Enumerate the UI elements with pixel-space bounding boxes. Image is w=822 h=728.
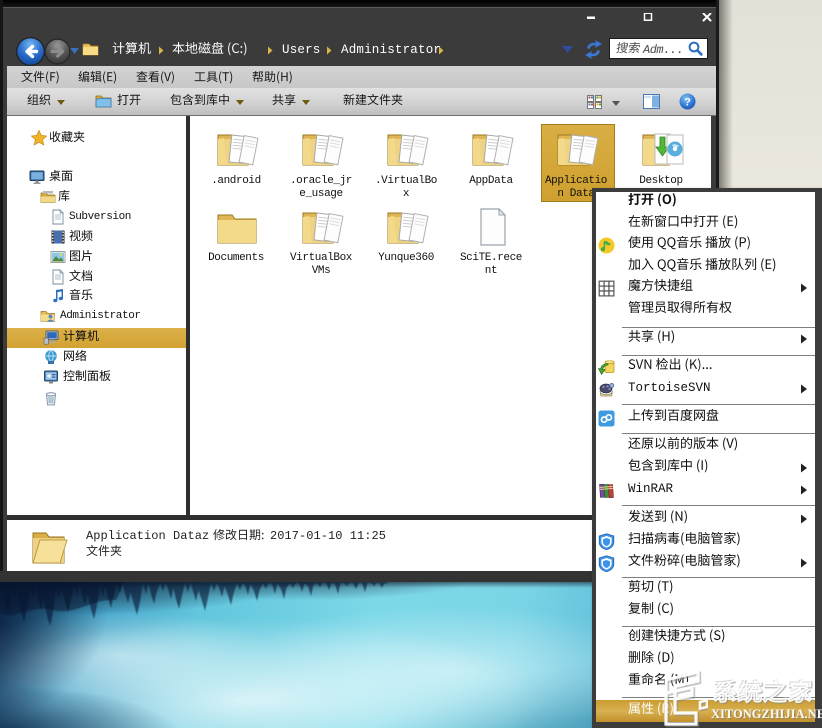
svg-text:?: ? xyxy=(684,97,691,109)
